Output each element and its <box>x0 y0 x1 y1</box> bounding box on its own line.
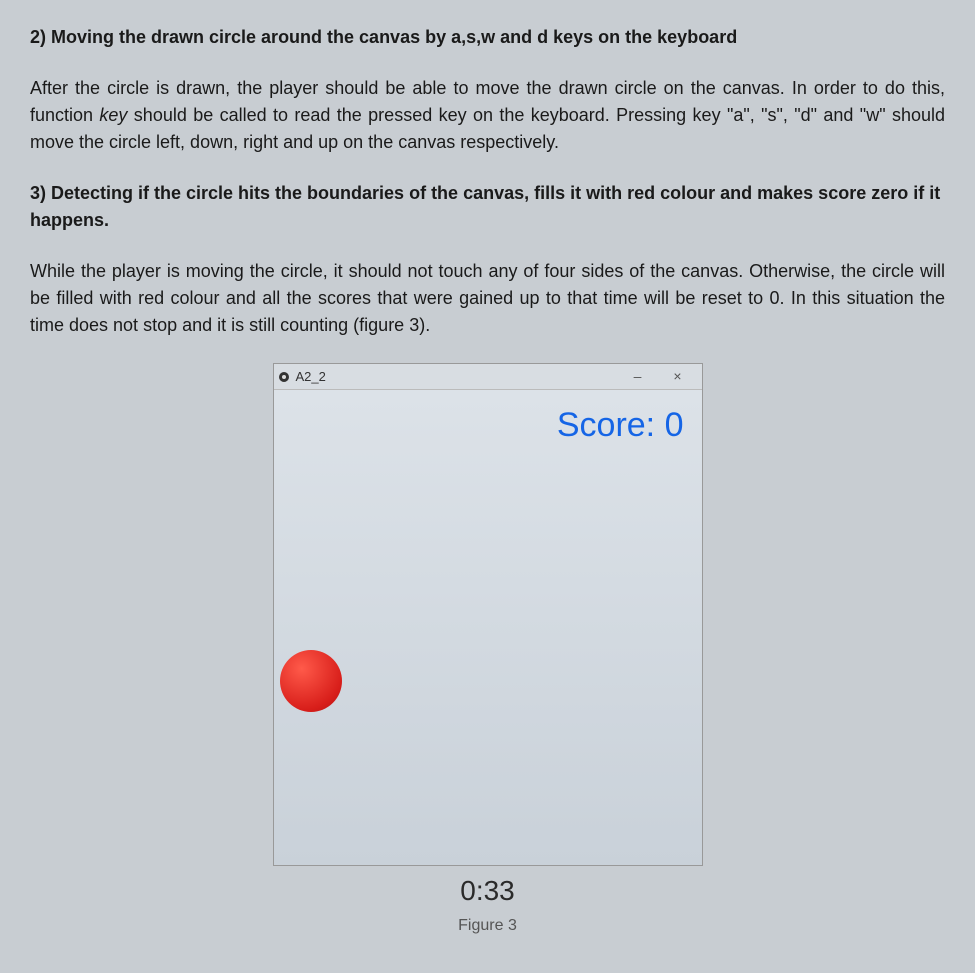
score-value: 0 <box>665 406 684 444</box>
app-window: A2_2 – × Score: 0 <box>273 363 703 866</box>
timer-bar: 0:33 <box>273 866 703 912</box>
section-2-body-part2: should be called to read the pressed key… <box>30 105 945 152</box>
app-icon <box>278 371 290 383</box>
timer-display: 0:33 <box>273 870 703 912</box>
score-label: Score: <box>557 406 665 444</box>
figure-caption: Figure 3 <box>273 914 703 938</box>
window-titlebar: A2_2 – × <box>274 364 702 390</box>
figure: A2_2 – × Score: 0 0:33 Figure 3 <box>273 363 703 938</box>
section-3-heading: 3) Detecting if the circle hits the boun… <box>30 180 945 234</box>
game-canvas[interactable]: Score: 0 <box>274 390 702 865</box>
close-button[interactable]: × <box>658 366 698 387</box>
window-title: A2_2 <box>296 367 326 387</box>
section-3-body: While the player is moving the circle, i… <box>30 258 945 339</box>
section-2-heading: 2) Moving the drawn circle around the ca… <box>30 24 945 51</box>
section-2-body-italic: key <box>99 105 127 125</box>
player-circle <box>280 650 342 712</box>
figure-container: A2_2 – × Score: 0 0:33 Figure 3 <box>30 363 945 938</box>
section-2-body: After the circle is drawn, the player sh… <box>30 75 945 156</box>
minimize-button[interactable]: – <box>618 366 658 387</box>
score-display: Score: 0 <box>557 400 684 451</box>
